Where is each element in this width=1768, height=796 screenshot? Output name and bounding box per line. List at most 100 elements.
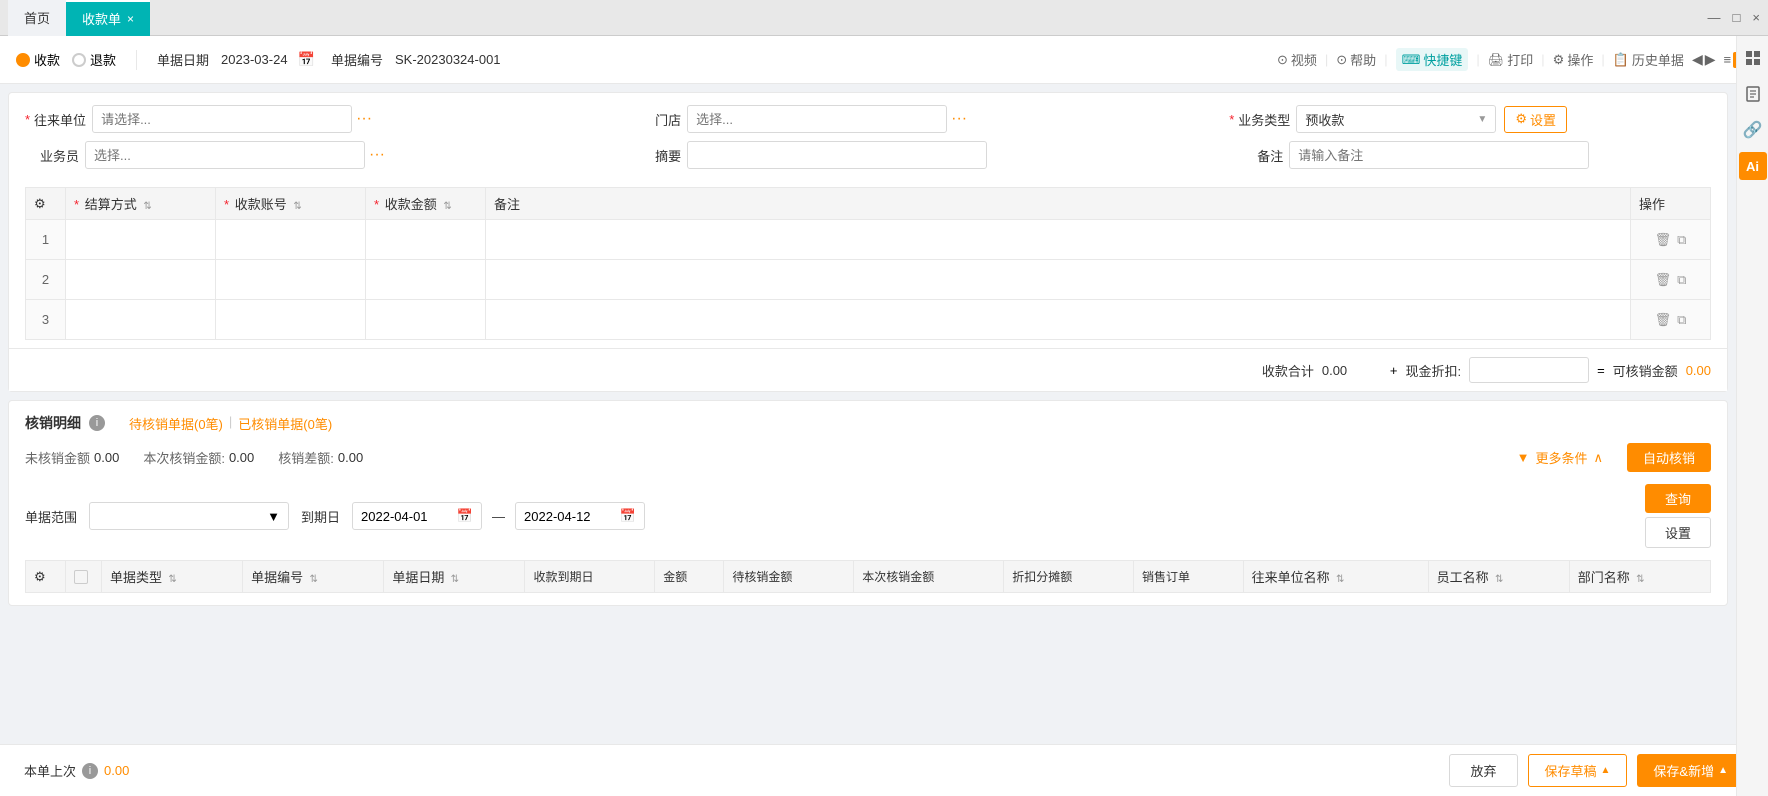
help-icon: ⊙ — [1336, 52, 1347, 68]
sort-doc-date[interactable]: ⇅ — [451, 574, 459, 585]
close-icon[interactable]: × — [1752, 10, 1760, 25]
sort-doc-num[interactable]: ⇅ — [310, 574, 318, 585]
remark-field: 备注 — [1229, 141, 1711, 169]
settle-cell-1[interactable] — [66, 220, 216, 260]
query-buttons: 查询 设置 — [1645, 484, 1711, 548]
col-amount-header: * 收款金额 ⇅ — [366, 188, 486, 220]
help-btn[interactable]: ⊙ 帮助 — [1336, 50, 1376, 69]
remark-cell-3[interactable] — [486, 300, 1631, 340]
staff-more-icon[interactable]: ··· — [369, 146, 385, 164]
prev-label: 本单上次 — [24, 761, 76, 780]
main-panel: * 往来单位 ··· 门店 ··· * 业务类型 预收款 ▼ ⚙ 设置 业务员 — [8, 92, 1728, 392]
maximize-icon[interactable]: □ — [1733, 10, 1741, 25]
query-btn[interactable]: 查询 — [1645, 484, 1711, 513]
history-btn[interactable]: 📋 历史单据 — [1613, 50, 1684, 69]
abandon-btn[interactable]: 放弃 — [1449, 754, 1517, 787]
sort-amount-icon[interactable]: ⇅ — [443, 201, 451, 212]
copy-icon-1[interactable]: ⧉ — [1677, 232, 1686, 248]
delete-icon-2[interactable]: 🗑 — [1655, 272, 1672, 288]
sort-account-icon[interactable]: ⇅ — [293, 201, 301, 212]
history-label: 历史单据 — [1632, 50, 1684, 69]
partner-more-icon[interactable]: ··· — [356, 110, 372, 128]
radio-receipt[interactable]: 收款 — [16, 50, 60, 69]
account-cell-2[interactable] — [216, 260, 366, 300]
bottom-gear-icon[interactable]: ⚙ — [34, 569, 46, 584]
minimize-icon[interactable]: — — [1708, 10, 1721, 25]
copy-icon-2[interactable]: ⧉ — [1677, 272, 1686, 288]
partner-input[interactable] — [92, 105, 352, 133]
table-gear-icon[interactable]: ⚙ — [34, 196, 46, 211]
date-to-picker[interactable]: 2022-04-12 📅 — [515, 502, 645, 530]
set-btn[interactable]: 设置 — [1645, 517, 1711, 548]
save-new-btn[interactable]: 保存&新增 ▲ — [1637, 754, 1744, 787]
store-input[interactable] — [687, 105, 947, 133]
sidebar-doc-icon[interactable] — [1739, 80, 1767, 108]
tab-close-icon[interactable]: × — [127, 12, 134, 26]
amount-cell-3[interactable] — [366, 300, 486, 340]
operation-icon: ⚙ — [1553, 52, 1565, 68]
done-tab[interactable]: 已核销单据(0笔) — [234, 414, 336, 433]
col-partner-name: 往来单位名称 ⇅ — [1243, 561, 1428, 593]
next-arrow[interactable]: ▶ — [1705, 51, 1716, 68]
summary-label: 摘要 — [627, 146, 687, 165]
row-num-1: 1 — [26, 220, 66, 260]
sort-partner[interactable]: ⇅ — [1336, 574, 1344, 585]
summary-input[interactable] — [687, 141, 987, 169]
discount-label: 现金折扣: — [1405, 361, 1461, 380]
table-section: ⚙ * 结算方式 ⇅ * 收款账号 ⇅ * 收款金额 — [9, 187, 1727, 348]
sort-settle-icon[interactable]: ⇅ — [143, 201, 151, 212]
amount-cell-1[interactable] — [366, 220, 486, 260]
list-view-icon[interactable]: ≡ — [1724, 52, 1732, 68]
row-num-2: 2 — [26, 260, 66, 300]
delete-icon-1[interactable]: 🗑 — [1655, 232, 1672, 248]
footer: 本单上次 i 0.00 放弃 保存草稿 ▲ 保存&新增 ▲ — [0, 744, 1768, 796]
print-btn[interactable]: 🖨 打印 — [1488, 50, 1534, 69]
settle-cell-3[interactable] — [66, 300, 216, 340]
remark-cell-1[interactable] — [486, 220, 1631, 260]
more-conditions-btn[interactable]: ▼ 更多条件 ∧ — [1517, 448, 1603, 467]
biz-type-select[interactable]: 预收款 ▼ — [1296, 105, 1496, 133]
plus-sign: + — [1390, 363, 1398, 378]
video-btn[interactable]: ⊙ 视频 — [1277, 50, 1317, 69]
account-cell-1[interactable] — [216, 220, 366, 260]
settings-btn-top[interactable]: ⚙ 设置 — [1504, 106, 1567, 133]
auto-writeoff-btn[interactable]: 自动核销 — [1627, 443, 1711, 472]
tab-receipt[interactable]: 收款单 × — [66, 0, 150, 36]
sort-staff[interactable]: ⇅ — [1495, 574, 1503, 585]
settle-cell-2[interactable] — [66, 260, 216, 300]
gear-small-icon: ⚙ — [1515, 111, 1527, 127]
info-icon[interactable]: i — [89, 415, 105, 431]
footer-info-icon[interactable]: i — [82, 763, 98, 779]
pending-tab[interactable]: 待核销单据(0笔) — [125, 414, 227, 433]
filter-row: 单据范围 ▼ 到期日 2022-04-01 📅 — 2022-04-12 📅 查… — [25, 484, 1711, 548]
remark-input[interactable] — [1289, 141, 1589, 169]
sidebar-link-icon[interactable]: 🔗 — [1739, 116, 1767, 144]
prev-arrow[interactable]: ◀ — [1692, 51, 1703, 68]
nav-arrows: ◀ ▶ — [1692, 51, 1716, 68]
sort-doc-type[interactable]: ⇅ — [168, 574, 176, 585]
radio-refund[interactable]: 退款 — [72, 50, 116, 69]
save-new-label: 保存&新增 — [1653, 761, 1714, 780]
sidebar-table-icon[interactable] — [1739, 44, 1767, 72]
sort-dept[interactable]: ⇅ — [1636, 574, 1644, 585]
form-row-2: 业务员 ··· 摘要 备注 — [9, 141, 1727, 179]
date-from-picker[interactable]: 2022-04-01 📅 — [352, 502, 482, 530]
range-select[interactable]: ▼ — [89, 502, 289, 530]
store-more-icon[interactable]: ··· — [951, 110, 967, 128]
account-cell-3[interactable] — [216, 300, 366, 340]
copy-icon-3[interactable]: ⧉ — [1677, 312, 1686, 328]
staff-input[interactable] — [85, 141, 365, 169]
print-icon: 🖨 — [1488, 52, 1505, 68]
shortcut-btn[interactable]: ⌨ 快捷键 — [1396, 48, 1469, 71]
select-all-checkbox[interactable] — [74, 570, 88, 584]
save-draft-btn[interactable]: 保存草稿 ▲ — [1528, 754, 1628, 787]
due-date-field: 到期日 2022-04-01 📅 — 2022-04-12 📅 — [301, 502, 645, 530]
tab-home[interactable]: 首页 — [8, 0, 66, 36]
calendar-icon[interactable]: 📅 — [298, 51, 315, 68]
discount-input[interactable] — [1469, 357, 1589, 383]
operation-btn[interactable]: ⚙ 操作 — [1553, 50, 1594, 69]
remark-cell-2[interactable] — [486, 260, 1631, 300]
delete-icon-3[interactable]: 🗑 — [1655, 312, 1672, 328]
amount-cell-2[interactable] — [366, 260, 486, 300]
sidebar-ai-icon[interactable]: Ai — [1739, 152, 1767, 180]
